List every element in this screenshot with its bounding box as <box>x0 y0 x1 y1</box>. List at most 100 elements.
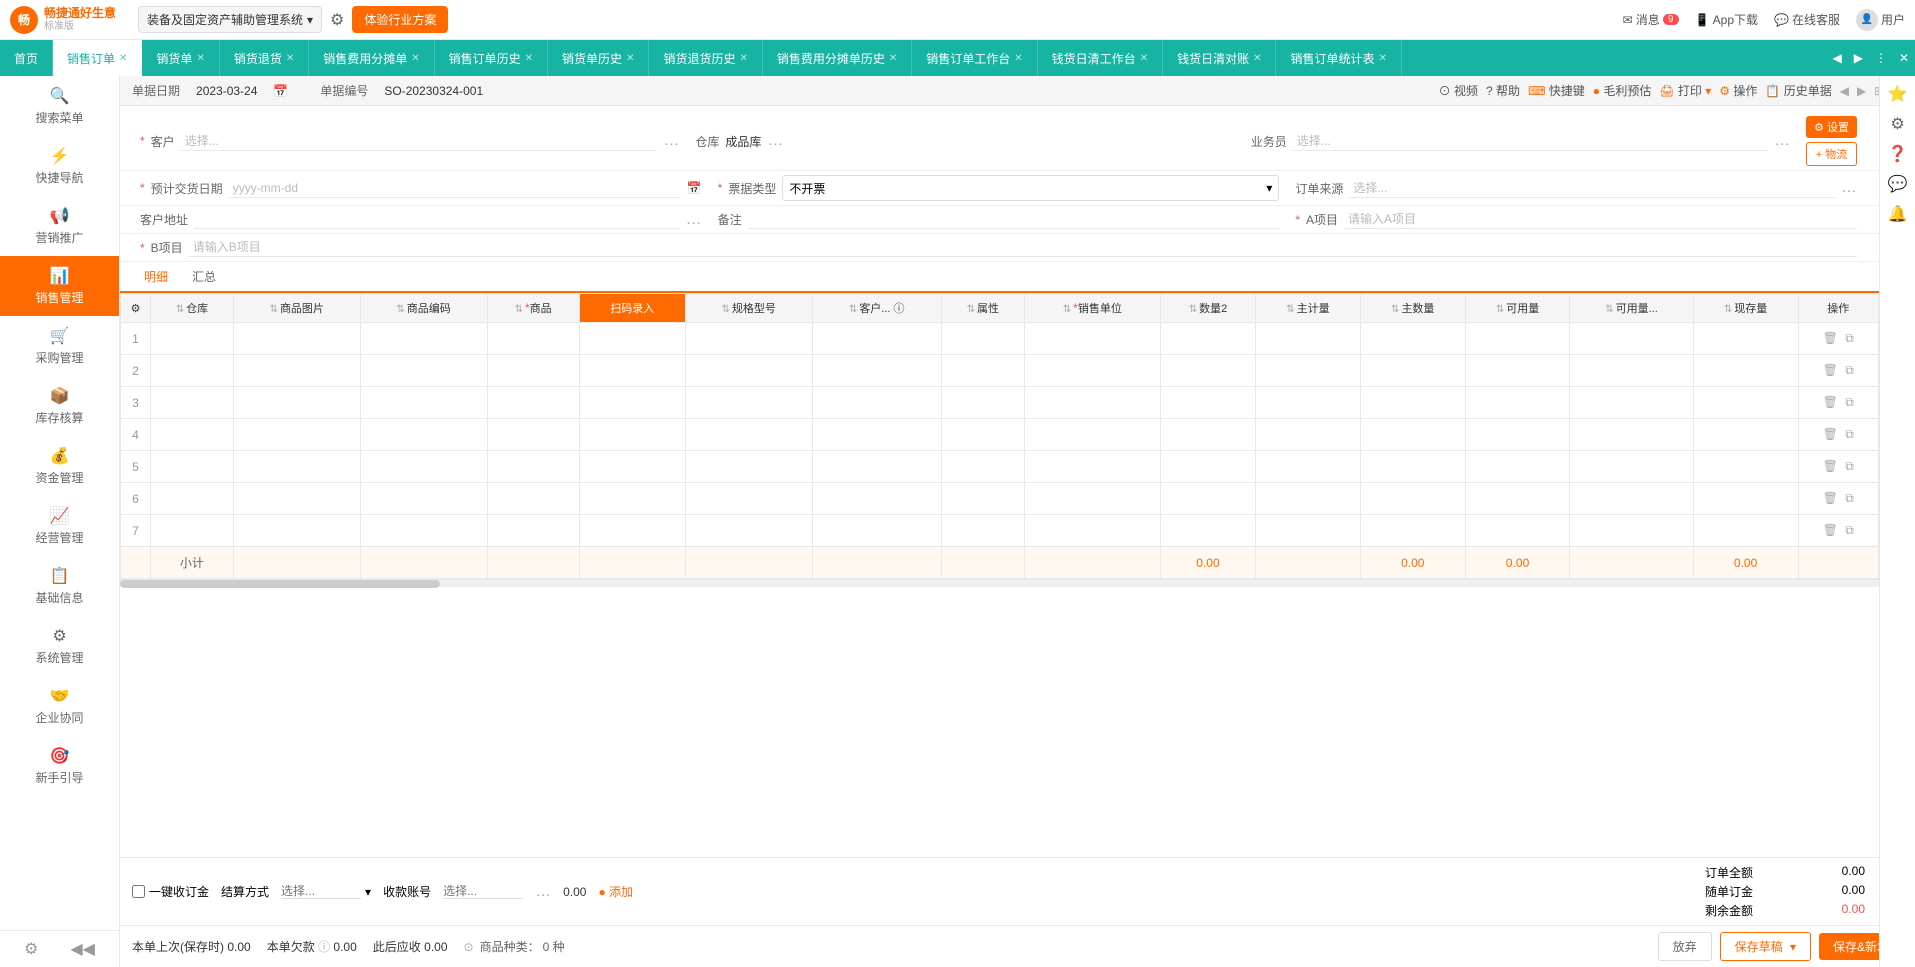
close-icon[interactable]: ✕ <box>889 53 897 64</box>
col-qty2[interactable]: ⇅数量2 <box>1160 294 1255 323</box>
row-delete-icon[interactable]: 🗑 <box>1823 427 1838 441</box>
row-delete-icon[interactable]: 🗑 <box>1823 459 1838 473</box>
calendar2-icon[interactable]: 📅 <box>687 181 702 195</box>
sidebar-item-search[interactable]: 🔍 搜索菜单 <box>0 76 119 136</box>
close-icon[interactable]: ✕ <box>411 53 419 64</box>
history-action[interactable]: 📋 历史单据 <box>1765 82 1831 99</box>
nav-right-arrow[interactable]: ▶ <box>1848 51 1869 65</box>
row-copy-icon[interactable]: ⧉ <box>1845 331 1854 345</box>
nav-tab-sales-goods-history[interactable]: 销货单历史 ✕ <box>548 40 649 76</box>
close-icon[interactable]: ✕ <box>1140 53 1148 64</box>
close-icon[interactable]: ✕ <box>196 53 204 64</box>
close-icon[interactable]: ✕ <box>119 53 127 64</box>
row-delete-icon[interactable]: 🗑 <box>1823 491 1838 505</box>
right-btn-4[interactable]: 💬 <box>1884 170 1912 198</box>
nav-tab-sales-workbench[interactable]: 销售订单工作台 ✕ <box>912 40 1037 76</box>
online-service-button[interactable]: 💬 在线客服 <box>1774 11 1840 28</box>
right-btn-5[interactable]: 🔔 <box>1884 200 1912 228</box>
operate-action[interactable]: ⚙ 操作 <box>1719 82 1757 99</box>
add-payment-button[interactable]: ● 添加 <box>598 883 633 900</box>
col-settings[interactable]: ⚙ <box>121 294 151 323</box>
nav-tab-sales-order-history[interactable]: 销售订单历史 ✕ <box>435 40 548 76</box>
nav-next-icon[interactable]: ▶ <box>1857 84 1866 98</box>
col-customer-code[interactable]: ⇅客户... ⓘ <box>812 294 941 323</box>
sidebar-item-finance[interactable]: 💰 资金管理 <box>0 436 119 496</box>
sidebar-item-guide[interactable]: 🎯 新手引导 <box>0 736 119 796</box>
order-source-more-icon[interactable]: … <box>1841 179 1857 197</box>
shortcut-action[interactable]: ⌨ 快捷键 <box>1528 82 1585 99</box>
discard-button[interactable]: 放弃 <box>1658 932 1712 961</box>
col-barcode[interactable]: 扫码录入 <box>579 294 685 323</box>
nav-tab-sales-return-history[interactable]: 销货退货历史 ✕ <box>649 40 762 76</box>
sidebar-settings-icon[interactable]: ⚙ <box>24 939 38 959</box>
quick-checkout-checkbox[interactable]: 一键收订金 <box>132 883 209 900</box>
sidebar-item-basics[interactable]: 📋 基础信息 <box>0 556 119 616</box>
col-warehouse[interactable]: ⇅仓库 <box>151 294 234 323</box>
col-available2[interactable]: ⇅可用量... <box>1570 294 1693 323</box>
nav-prev-icon[interactable]: ◀ <box>1840 84 1849 98</box>
save-draft-arrow[interactable]: ▾ <box>1790 940 1796 954</box>
row-copy-icon[interactable]: ⧉ <box>1845 459 1854 473</box>
quick-checkout-input[interactable] <box>132 885 145 898</box>
print-action[interactable]: 🖨 打印 ▾ <box>1659 82 1711 99</box>
sidebar-item-quick-nav[interactable]: ⚡ 快捷导航 <box>0 136 119 196</box>
nav-tab-sales-order[interactable]: 销售订单 ✕ <box>53 40 142 76</box>
tab-detail[interactable]: 明细 <box>132 262 180 293</box>
payment-method-select[interactable]: ▾ <box>281 884 371 899</box>
account-more-icon[interactable]: … <box>535 883 551 901</box>
customer-address-input[interactable] <box>194 210 680 229</box>
row-delete-icon[interactable]: 🗑 <box>1823 523 1838 537</box>
a-project-input[interactable] <box>1344 210 1857 229</box>
sidebar-item-inventory[interactable]: 📦 库存核算 <box>0 376 119 436</box>
right-btn-2[interactable]: ⚙ <box>1884 110 1912 138</box>
row-copy-icon[interactable]: ⧉ <box>1845 491 1854 505</box>
sidebar-item-purchase[interactable]: 🛒 采购管理 <box>0 316 119 376</box>
save-draft-button[interactable]: 保存草稿 ▾ <box>1720 932 1811 961</box>
table-scroll-thumb[interactable] <box>120 580 440 588</box>
row-delete-icon[interactable]: 🗑 <box>1823 363 1838 377</box>
sidebar-item-enterprise[interactable]: 🤝 企业协同 <box>0 676 119 736</box>
payment-method-input[interactable] <box>281 884 361 899</box>
nav-tab-sales-cost[interactable]: 销售费用分摊单 ✕ <box>309 40 434 76</box>
salesperson-input[interactable] <box>1293 132 1768 151</box>
nav-tab-sales-goods[interactable]: 销货单 ✕ <box>142 40 219 76</box>
order-source-input[interactable] <box>1349 179 1835 198</box>
row-copy-icon[interactable]: ⧉ <box>1845 363 1854 377</box>
account-input[interactable] <box>443 884 523 899</box>
col-stock[interactable]: ⇅现存量 <box>1693 294 1798 323</box>
user-button[interactable]: 👤 用户 <box>1856 9 1905 31</box>
row-copy-icon[interactable]: ⧉ <box>1845 523 1854 537</box>
settings-icon[interactable]: ⚙ <box>330 10 344 30</box>
customer-address-more-icon[interactable]: … <box>686 211 702 229</box>
nav-tab-daily-workbench[interactable]: 钱货日清工作台 ✕ <box>1038 40 1163 76</box>
sidebar-item-sales[interactable]: 📊 销售管理 <box>0 256 119 316</box>
close-icon[interactable]: ✕ <box>286 53 294 64</box>
col-unit[interactable]: ⇅*销售单位 <box>1024 294 1160 323</box>
view-action[interactable]: ⊙ 视频 <box>1439 82 1478 99</box>
nav-tab-sales-return[interactable]: 销货退货 ✕ <box>220 40 309 76</box>
row-copy-icon[interactable]: ⧉ <box>1845 427 1854 441</box>
nav-tab-sales-stats[interactable]: 销售订单统计表 ✕ <box>1276 40 1401 76</box>
right-btn-3[interactable]: ❓ <box>1884 140 1912 168</box>
sidebar-item-marketing[interactable]: 📢 营销推广 <box>0 196 119 256</box>
col-attr[interactable]: ⇅属性 <box>941 294 1024 323</box>
col-main-qty[interactable]: ⇅主数量 <box>1360 294 1465 323</box>
sidebar-item-system[interactable]: ⚙ 系统管理 <box>0 616 119 676</box>
salesperson-more-icon[interactable]: … <box>1774 132 1790 150</box>
nav-more-icon[interactable]: ⋮ <box>1869 51 1893 65</box>
material-button[interactable]: + 物流 <box>1806 142 1857 166</box>
help-action[interactable]: ? 帮助 <box>1486 82 1520 99</box>
settings-button[interactable]: ⚙ 设置 <box>1806 116 1857 138</box>
nav-close-all-icon[interactable]: ✕ <box>1893 51 1915 65</box>
nav-tab-home[interactable]: 首页 <box>0 40 53 76</box>
nav-tab-sales-cost-history[interactable]: 销售费用分摊单历史 ✕ <box>763 40 912 76</box>
close-icon[interactable]: ✕ <box>739 53 747 64</box>
right-btn-1[interactable]: ⭐ <box>1884 80 1912 108</box>
b-project-input[interactable] <box>189 238 1857 257</box>
customer-input[interactable] <box>181 132 658 151</box>
message-button[interactable]: ✉ 消息 9 <box>1623 11 1679 28</box>
sidebar-item-operations[interactable]: 📈 经营管理 <box>0 496 119 556</box>
sidebar-collapse-icon[interactable]: ◀◀ <box>70 939 95 959</box>
delivery-date-input[interactable] <box>229 179 681 198</box>
col-product[interactable]: ⇅*商品 <box>487 294 579 323</box>
